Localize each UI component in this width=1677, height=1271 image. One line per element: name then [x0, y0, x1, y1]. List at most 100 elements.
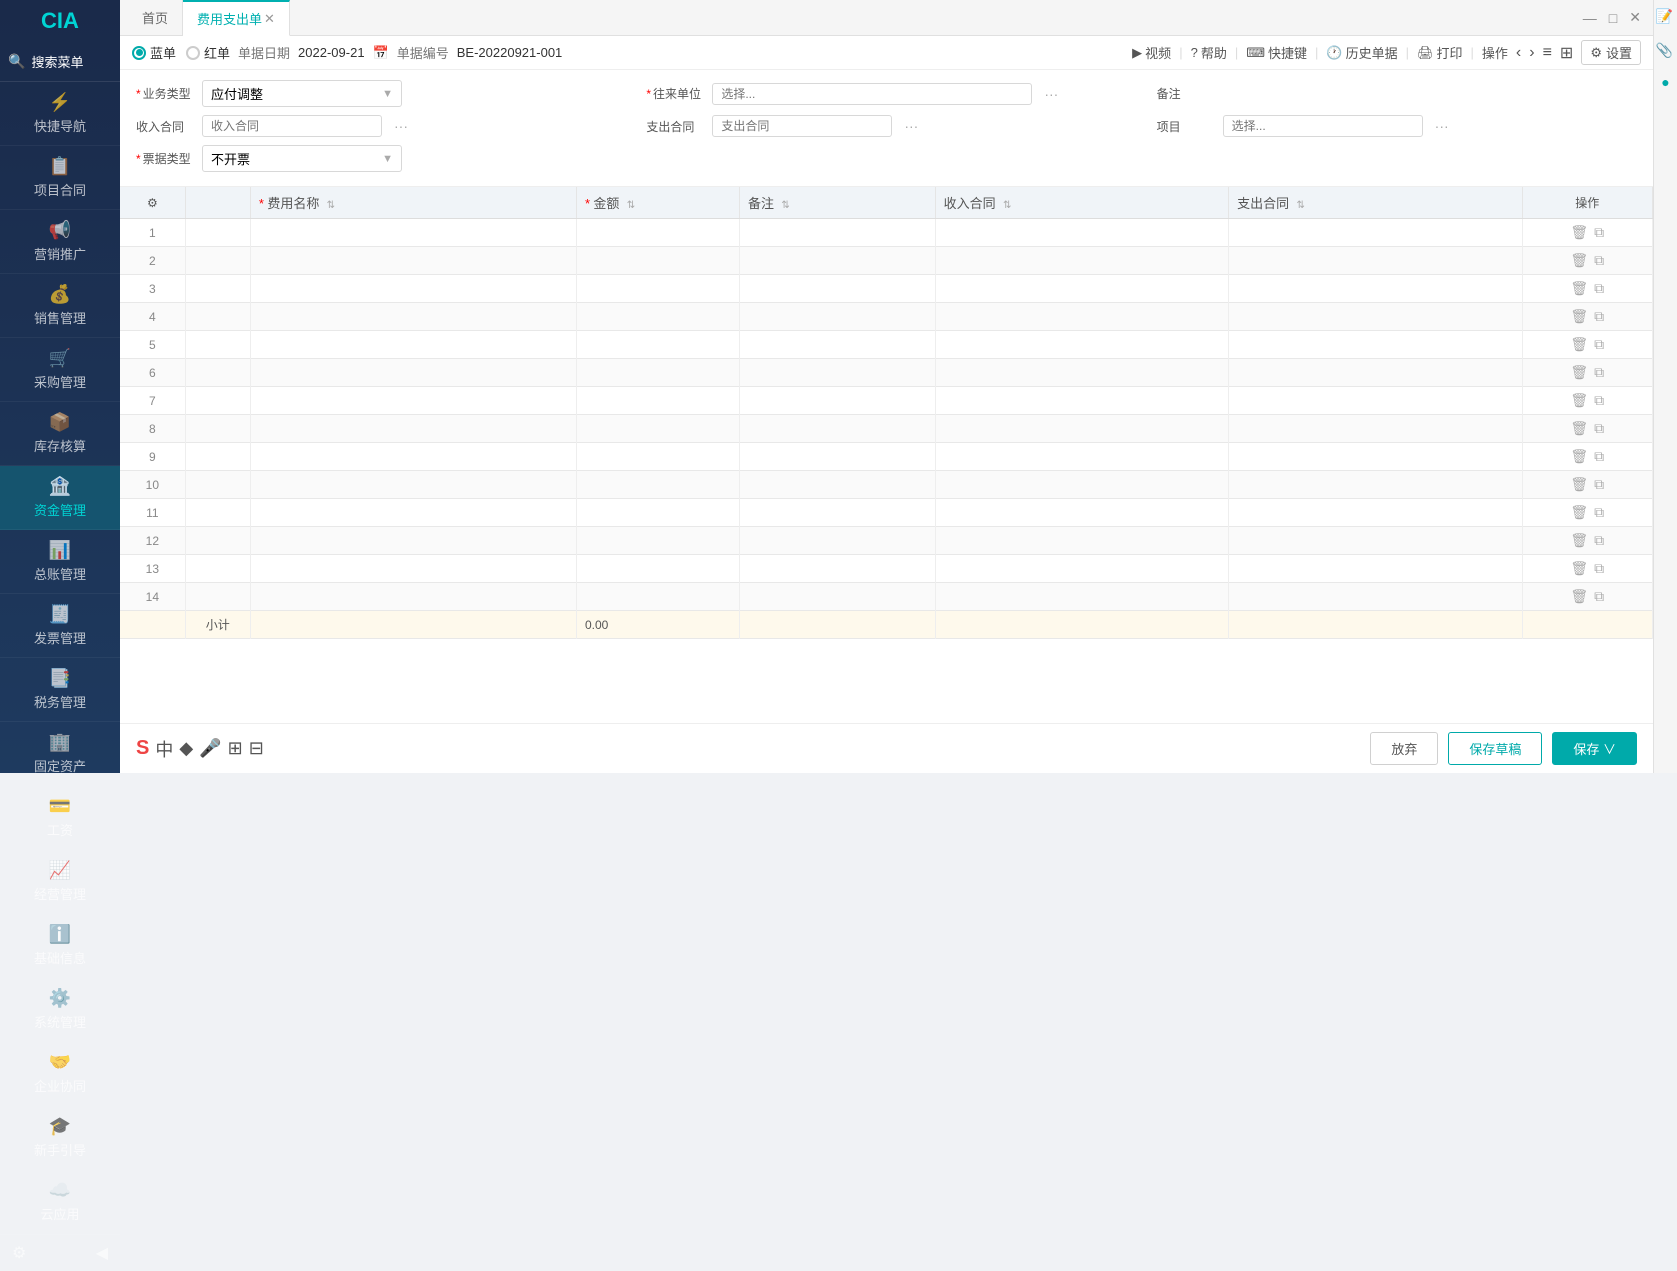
cell-amount[interactable]: [576, 583, 739, 611]
print-btn[interactable]: 🖨 打印: [1417, 43, 1463, 62]
copy-icon[interactable]: ⧉: [1594, 504, 1604, 521]
copy-icon[interactable]: ⧉: [1594, 560, 1604, 577]
footer-grid-icon[interactable]: ⊞: [228, 738, 243, 759]
cell-name[interactable]: [250, 443, 576, 471]
delete-icon[interactable]: 🗑: [1570, 308, 1588, 325]
cell-income[interactable]: [935, 219, 1228, 247]
cell-remark[interactable]: [740, 471, 936, 499]
sort-remark-icon[interactable]: ⇅: [781, 200, 789, 211]
cell-expense[interactable]: [1229, 415, 1522, 443]
cell-income[interactable]: [935, 499, 1228, 527]
project-input[interactable]: [1223, 115, 1423, 137]
cell-amount[interactable]: [576, 471, 739, 499]
cell-name[interactable]: [250, 555, 576, 583]
cell-name[interactable]: [250, 415, 576, 443]
cell-expense[interactable]: [1229, 499, 1522, 527]
sidebar-item-marketing[interactable]: 📢 营销推广: [0, 210, 120, 274]
cell-expense[interactable]: [1229, 331, 1522, 359]
th-remark[interactable]: 备注 ⇅: [740, 187, 936, 219]
sidebar-item-tax[interactable]: 📑 税务管理: [0, 658, 120, 722]
sidebar-item-inventory[interactable]: 📦 库存核算: [0, 402, 120, 466]
calendar-icon[interactable]: 📅: [373, 45, 389, 61]
delete-icon[interactable]: 🗑: [1570, 364, 1588, 381]
sidebar-item-accounting[interactable]: 📊 总账管理: [0, 530, 120, 594]
cell-remark[interactable]: [740, 331, 936, 359]
copy-icon[interactable]: ⧉: [1594, 420, 1604, 437]
cell-expense[interactable]: [1229, 247, 1522, 275]
tab-expense[interactable]: 费用支出单 ✕: [183, 0, 290, 36]
cell-amount[interactable]: [576, 219, 739, 247]
view-grid-btn[interactable]: ⊞: [1560, 43, 1573, 63]
cell-expense[interactable]: [1229, 359, 1522, 387]
cell-amount[interactable]: [576, 303, 739, 331]
cell-income[interactable]: [935, 387, 1228, 415]
footer-minus-icon[interactable]: ⊟: [249, 738, 264, 759]
cell-income[interactable]: [935, 583, 1228, 611]
cell-name[interactable]: [250, 387, 576, 415]
cell-remark[interactable]: [740, 583, 936, 611]
radio-red-label[interactable]: 红单: [186, 43, 230, 62]
discard-button[interactable]: 放弃: [1370, 732, 1438, 765]
delete-icon[interactable]: 🗑: [1570, 448, 1588, 465]
cell-amount[interactable]: [576, 415, 739, 443]
th-amount[interactable]: * 金额 ⇅: [576, 187, 739, 219]
footer-mic-icon[interactable]: 🎤: [199, 738, 221, 759]
cell-amount[interactable]: [576, 499, 739, 527]
delete-icon[interactable]: 🗑: [1570, 420, 1588, 437]
cell-name[interactable]: [250, 499, 576, 527]
view-list-btn[interactable]: ≡: [1543, 44, 1552, 62]
cell-remark[interactable]: [740, 275, 936, 303]
save-draft-button[interactable]: 保存草稿: [1448, 732, 1542, 765]
expense-contract-input[interactable]: [712, 115, 892, 137]
cell-income[interactable]: [935, 527, 1228, 555]
th-expense[interactable]: 支出合同 ⇅: [1229, 187, 1522, 219]
nav-prev-btn[interactable]: ‹: [1516, 44, 1521, 62]
cell-income[interactable]: [935, 471, 1228, 499]
partner-more-icon[interactable]: ···: [1044, 86, 1058, 102]
cell-name[interactable]: [250, 275, 576, 303]
copy-icon[interactable]: ⧉: [1594, 336, 1604, 353]
cell-income[interactable]: [935, 331, 1228, 359]
copy-icon[interactable]: ⧉: [1594, 364, 1604, 381]
cell-name[interactable]: [250, 247, 576, 275]
sort-income-icon[interactable]: ⇅: [1003, 200, 1011, 211]
copy-icon[interactable]: ⧉: [1594, 392, 1604, 409]
cell-amount[interactable]: [576, 555, 739, 583]
cell-remark[interactable]: [740, 359, 936, 387]
sidebar-item-invoice[interactable]: 🧾 发票管理: [0, 594, 120, 658]
cell-income[interactable]: [935, 275, 1228, 303]
cell-amount[interactable]: [576, 331, 739, 359]
sidebar-item-sales[interactable]: 💰 销售管理: [0, 274, 120, 338]
window-minimize-btn[interactable]: —: [1579, 10, 1601, 26]
delete-icon[interactable]: 🗑: [1570, 504, 1588, 521]
partner-input[interactable]: [712, 83, 1032, 105]
sidebar-item-capital[interactable]: 🏦 资金管理: [0, 466, 120, 530]
cell-name[interactable]: [250, 583, 576, 611]
delete-icon[interactable]: 🗑: [1570, 560, 1588, 577]
delete-icon[interactable]: 🗑: [1570, 588, 1588, 605]
sidebar-item-salary[interactable]: 💳 工资: [0, 786, 120, 850]
delete-icon[interactable]: 🗑: [1570, 532, 1588, 549]
cell-amount[interactable]: [576, 443, 739, 471]
footer-chinese-icon[interactable]: 中: [155, 736, 173, 762]
cell-amount[interactable]: [576, 275, 739, 303]
history-btn[interactable]: 🕐 历史单据: [1326, 43, 1397, 62]
sidebar-item-operation[interactable]: 📈 经营管理: [0, 850, 120, 914]
nav-next-btn[interactable]: ›: [1529, 44, 1534, 62]
sidebar-item-system[interactable]: ⚙️ 系统管理: [0, 978, 120, 1042]
delete-icon[interactable]: 🗑: [1570, 476, 1588, 493]
cell-remark[interactable]: [740, 247, 936, 275]
right-panel-note-icon[interactable]: 📝: [1658, 4, 1674, 29]
project-more-icon[interactable]: ···: [1435, 118, 1449, 134]
cell-amount[interactable]: [576, 247, 739, 275]
cell-name[interactable]: [250, 527, 576, 555]
cell-remark[interactable]: [740, 303, 936, 331]
window-close-btn[interactable]: ✕: [1625, 9, 1645, 26]
copy-icon[interactable]: ⧉: [1594, 308, 1604, 325]
cell-remark[interactable]: [740, 499, 936, 527]
delete-icon[interactable]: 🗑: [1570, 280, 1588, 297]
right-panel-attach-icon[interactable]: 📎: [1658, 37, 1674, 62]
cell-expense[interactable]: [1229, 275, 1522, 303]
cell-income[interactable]: [935, 247, 1228, 275]
radio-blue-label[interactable]: 蓝单: [132, 43, 176, 62]
